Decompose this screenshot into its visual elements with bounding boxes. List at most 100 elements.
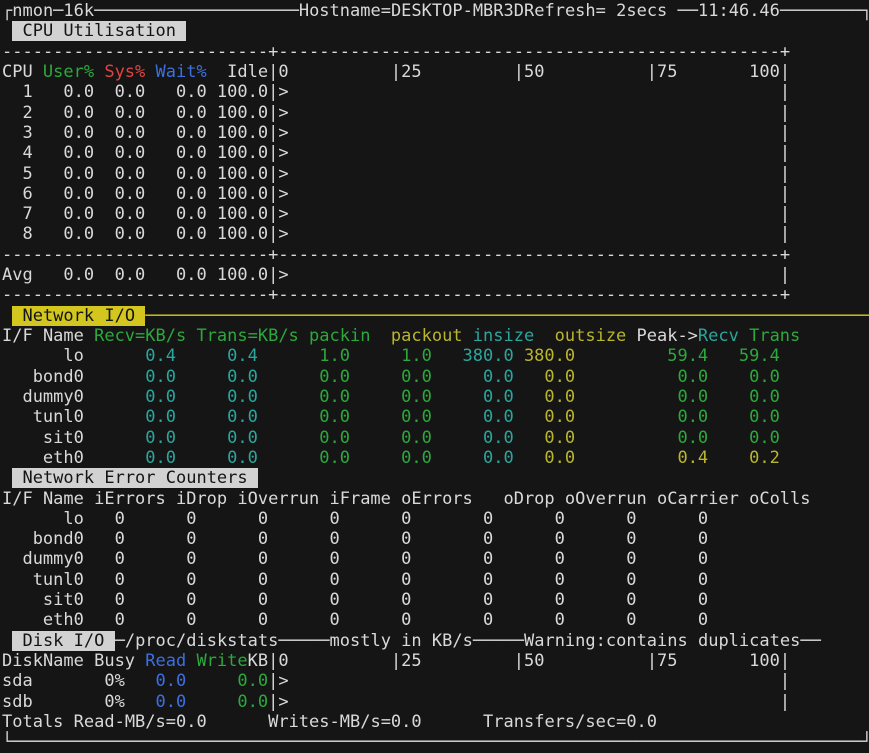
cpu-id: 6	[22, 183, 33, 204]
counter: 0	[483, 529, 494, 550]
errors-row: lo 0 0 0 0 0 0 0 0 0	[2, 509, 869, 529]
user-pct: 0.0	[63, 183, 95, 204]
trans-kbs: 0.0	[227, 407, 258, 428]
bar-right-edge: |	[779, 102, 791, 123]
counter: 0	[257, 508, 269, 529]
busy-pct: 0%	[104, 691, 125, 712]
bar-cursor: >	[278, 82, 289, 103]
bar-left-edge: |	[268, 102, 279, 123]
bar-left-edge: |	[268, 224, 279, 245]
trans-kbs: 0.4	[227, 346, 258, 367]
cpu-id: 4	[22, 143, 33, 164]
counter: 0	[697, 569, 709, 590]
bar-right-edge: |	[779, 204, 791, 225]
network-row: eth0 0.0 0.0 0.0 0.0 0.0 0.0 0.4 0.2	[2, 448, 869, 468]
counter: 0	[114, 610, 125, 631]
bar-left-edge: |	[268, 82, 279, 103]
wait-pct: 0.0	[175, 265, 207, 286]
sys-pct: 0.0	[114, 204, 146, 225]
cpu-id: 1	[22, 82, 33, 103]
insize: 0.0	[483, 407, 514, 428]
insize-col-header: insize	[472, 326, 535, 346]
outsize-col-header: outsize	[554, 326, 627, 346]
peak-trans-col-header: Trans	[749, 326, 801, 346]
bar-left-edge: |	[268, 671, 279, 692]
counter: 0	[257, 590, 269, 611]
cpu-row: 1 0.0 0.0 0.0 100.0|> |	[2, 82, 869, 102]
separator-text: --------------------------+-------------…	[2, 285, 791, 306]
diskname-col-header: DiskName	[2, 651, 84, 671]
bar-cursor: >	[278, 102, 289, 123]
cpu-row: 7 0.0 0.0 0.0 100.0|> |	[2, 204, 869, 224]
disk-totals-text: Totals Read-MB/s=0.0 Writes-MB/s=0.0 Tra…	[2, 711, 658, 732]
packin: 0.0	[319, 447, 350, 468]
ocolls-col-header: oColls	[749, 488, 811, 509]
sys-pct: 0.0	[114, 122, 146, 143]
packin: 0.0	[319, 386, 350, 407]
errors-table-header: I/F Name iErrors iDrop iOverrun iFrame oError…	[2, 489, 869, 509]
iframe-col-header: iFrame	[329, 488, 391, 509]
counter: 0	[401, 590, 412, 611]
counter: 0	[401, 610, 412, 631]
interface-name: sit0	[42, 427, 84, 448]
write-kbs: 0.0	[237, 691, 269, 712]
errors-section-title-line: Network Error Counters	[2, 468, 869, 489]
network-section-title: Network I/O	[12, 305, 146, 326]
counter: 0	[483, 610, 494, 631]
kb-unit-label: KB	[247, 651, 269, 671]
counter: 0	[483, 590, 494, 611]
errors-row: sit0 0 0 0 0 0 0 0 0 0	[2, 590, 869, 610]
counter: 0	[186, 610, 197, 631]
peak-label: Peak->	[636, 326, 698, 346]
disk-section: Disk I/O ─/proc/diskstats─────mostly in …	[2, 630, 869, 733]
counter: 0	[186, 549, 197, 570]
peak-trans: 0.0	[749, 386, 780, 407]
outsize: 380.0	[523, 346, 576, 367]
counter: 0	[186, 569, 197, 590]
disk-totals: Totals Read-MB/s=0.0 Writes-MB/s=0.0 Tra…	[2, 712, 869, 732]
peak-trans: 0.0	[749, 366, 780, 387]
packout: 0.0	[401, 366, 432, 387]
peak-trans: 0.2	[749, 447, 780, 468]
bar-scale: 0 |25 |50 |75 100|	[278, 651, 791, 671]
counter: 0	[329, 569, 340, 590]
packout: 1.0	[401, 346, 432, 367]
counter: 0	[329, 610, 340, 631]
bar-left-edge: |	[268, 651, 279, 671]
insize: 0.0	[483, 427, 514, 448]
separator-text: --------------------------+-------------…	[2, 244, 791, 265]
sys-col-header: Sys%	[104, 61, 146, 82]
counter: 0	[186, 529, 197, 550]
user-col-header: User%	[42, 61, 95, 82]
counter: 0	[554, 569, 565, 590]
sys-pct: 0.0	[114, 163, 146, 184]
network-section: Network I/O ────────────────────────────…	[2, 305, 869, 469]
bar-left-edge: |	[268, 143, 279, 164]
cpu-row: 2 0.0 0.0 0.0 100.0|> |	[2, 103, 869, 123]
counter: 0	[626, 610, 637, 631]
packout: 0.0	[401, 407, 432, 428]
read-col-header: Read	[145, 651, 187, 671]
idle-pct: 100.0	[216, 82, 269, 103]
cpu-section: CPU Utilisation ------------------------…	[2, 21, 869, 305]
cpu-id: Avg	[2, 265, 33, 286]
network-table-header: I/F Name Recv=KB/s Trans=KB/s packin packout…	[2, 326, 869, 346]
counter: 0	[114, 508, 125, 529]
cpu-section-title-line: CPU Utilisation	[2, 21, 869, 42]
nmon-terminal[interactable]: ┌nmon─16k────────────────────Hostname=DE…	[0, 0, 869, 753]
outsize: 0.0	[544, 407, 576, 428]
recv-col-header: Recv=KB/s	[94, 326, 187, 346]
user-pct: 0.0	[63, 102, 95, 123]
counter: 0	[626, 590, 637, 611]
insize: 0.0	[483, 366, 514, 387]
user-pct: 0.0	[63, 265, 95, 286]
user-pct: 0.0	[63, 204, 95, 225]
interface-name: dummy0	[22, 549, 84, 570]
bar-left-edge: |	[268, 61, 279, 82]
cpu-row: 3 0.0 0.0 0.0 100.0|> |	[2, 123, 869, 143]
interface-name: eth0	[42, 447, 84, 468]
user-pct: 0.0	[63, 82, 95, 103]
counter: 0	[697, 590, 709, 611]
cpu-row: 4 0.0 0.0 0.0 100.0|> |	[2, 143, 869, 163]
insize: 380.0	[462, 346, 514, 367]
